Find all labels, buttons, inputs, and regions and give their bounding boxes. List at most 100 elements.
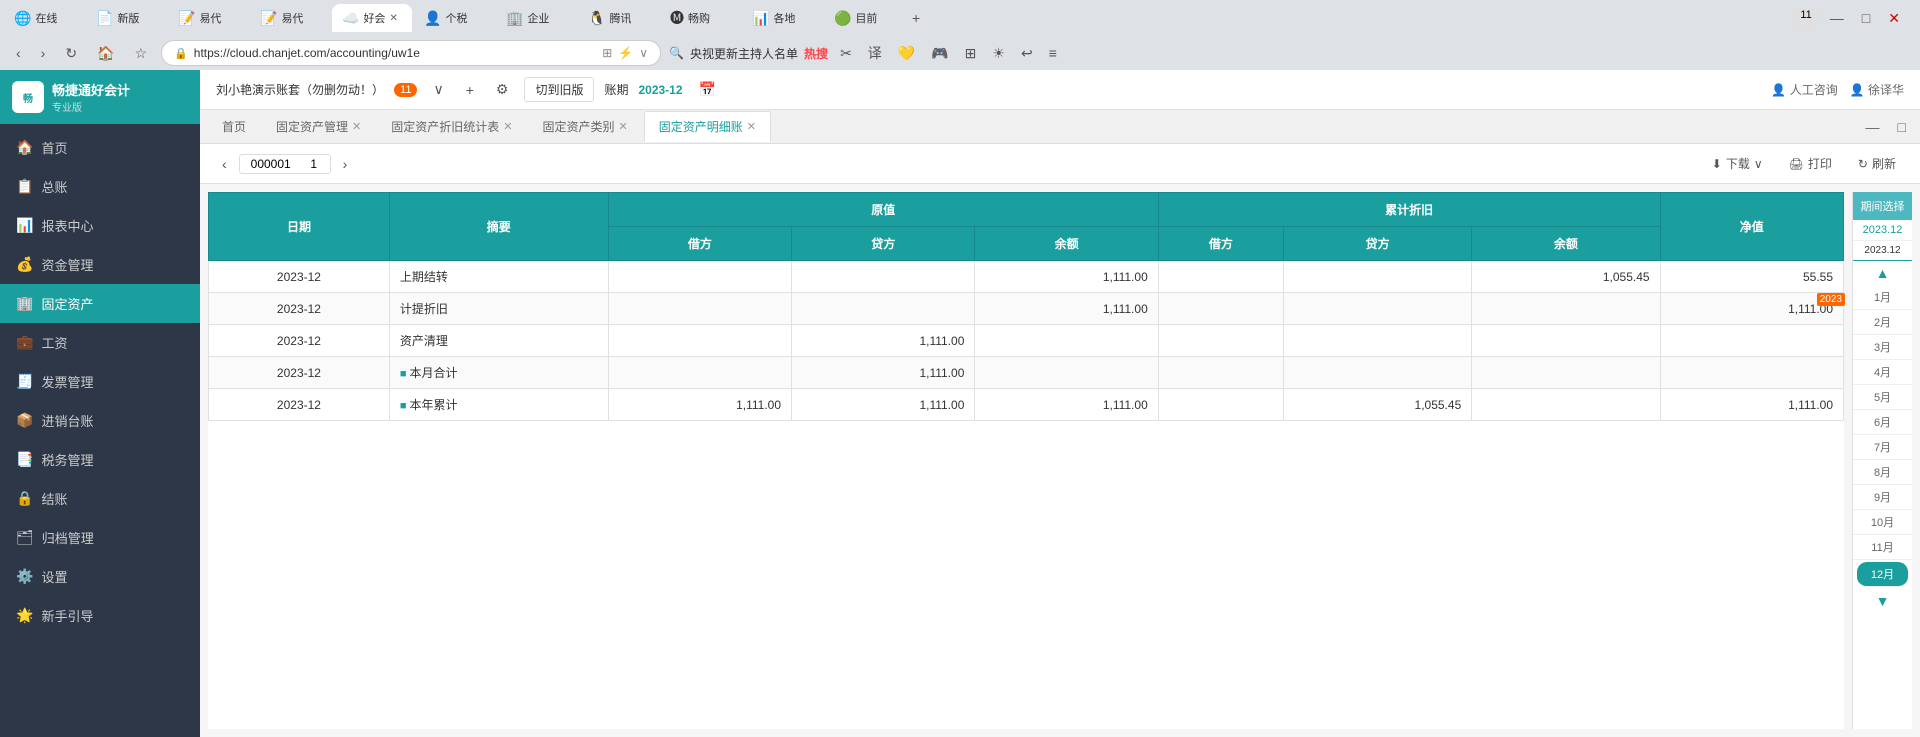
close-tab-fixed-assets-category[interactable]: ✕ bbox=[619, 120, 628, 133]
forward-button[interactable]: › bbox=[35, 43, 52, 63]
browser-tab-geshui[interactable]: 👤 个税 bbox=[414, 4, 494, 32]
sun-icon[interactable]: ☀ bbox=[988, 43, 1009, 64]
browser-tab-qiye[interactable]: 🏢 企业 bbox=[496, 4, 576, 32]
sidebar-item-payroll[interactable]: 💼 工资 bbox=[0, 323, 200, 362]
minimize-pane-button[interactable]: ― bbox=[1860, 117, 1886, 137]
account-badge: 11 bbox=[394, 83, 417, 97]
tab-home[interactable]: 首页 bbox=[208, 112, 260, 141]
dropdown-icon[interactable]: ∨ bbox=[639, 46, 648, 60]
close-tab-fixed-assets-mgmt[interactable]: ✕ bbox=[352, 120, 361, 133]
funds-icon: 💰 bbox=[16, 256, 33, 273]
period-month-12[interactable]: 12月 bbox=[1857, 562, 1908, 587]
sidebar-item-general-ledger[interactable]: 📋 总账 bbox=[0, 167, 200, 206]
period-month-10[interactable]: 10月 bbox=[1853, 510, 1912, 535]
browser-tab-xin[interactable]: 📄 新版 bbox=[86, 4, 166, 32]
row3-orig-balance bbox=[975, 325, 1158, 357]
close-tab-fixed-assets-depr[interactable]: ✕ bbox=[503, 120, 512, 133]
period-month-2[interactable]: 2月 bbox=[1853, 310, 1912, 335]
period-year-2023-2[interactable]: 2023.12 bbox=[1853, 241, 1912, 261]
period-month-11[interactable]: 11月 bbox=[1853, 535, 1912, 560]
sidebar-item-funds[interactable]: 💰 资金管理 bbox=[0, 245, 200, 284]
wallet-icon[interactable]: 💛 bbox=[894, 43, 919, 64]
tab-fixed-assets-category[interactable]: 固定资产类别 ✕ bbox=[528, 112, 641, 141]
tab-fixed-assets-ledger[interactable]: 固定资产明细账 ✕ bbox=[644, 111, 771, 142]
browser-tab-zaixian[interactable]: 🌐 在线 bbox=[4, 4, 84, 32]
reload-button[interactable]: ↻ bbox=[59, 43, 83, 64]
sidebar-item-invoice[interactable]: 🧾 发票管理 bbox=[0, 362, 200, 401]
period-month-6[interactable]: 6月 bbox=[1853, 410, 1912, 435]
close-window-button[interactable]: ✕ bbox=[1882, 8, 1906, 29]
user-button[interactable]: 👤 徐译华 bbox=[1850, 81, 1904, 98]
expand-account-button[interactable]: ∨ bbox=[427, 79, 449, 100]
home-button[interactable]: 🏠 bbox=[91, 43, 120, 64]
scroll-down-button[interactable]: ▼ bbox=[1853, 589, 1912, 613]
row4-accum-balance bbox=[1472, 357, 1660, 389]
row1-summary: 上期结转 bbox=[389, 261, 608, 293]
history-icon[interactable]: ↩ bbox=[1017, 43, 1037, 64]
period-month-4[interactable]: 4月 bbox=[1853, 360, 1912, 385]
ledger-icon: 📋 bbox=[16, 178, 33, 195]
back-button[interactable]: ‹ bbox=[10, 43, 27, 63]
maximize-pane-button[interactable]: □ bbox=[1892, 117, 1912, 137]
sidebar-item-tax[interactable]: 📑 税务管理 bbox=[0, 440, 200, 479]
subtotal-icon: ■ bbox=[400, 368, 407, 380]
scroll-up-button[interactable]: ▲ bbox=[1853, 261, 1912, 285]
scissors-icon[interactable]: ✂ bbox=[836, 43, 856, 64]
browser-tab-chang[interactable]: 🅜 畅购 bbox=[660, 4, 740, 32]
url-box[interactable]: 🔒 https://cloud.chanjet.com/accounting/u… bbox=[161, 40, 661, 66]
period-month-1[interactable]: 1月 bbox=[1853, 285, 1912, 310]
prev-page-button[interactable]: ‹ bbox=[216, 154, 233, 174]
browser-tab-mubiao[interactable]: 🟢 目前 bbox=[824, 4, 904, 32]
tab-fixed-assets-mgmt[interactable]: 固定资产管理 ✕ bbox=[262, 112, 375, 141]
close-tab-fixed-assets-ledger[interactable]: ✕ bbox=[747, 120, 756, 133]
lightning-icon: ⚡ bbox=[618, 46, 633, 60]
grid-icon[interactable]: ⊞ bbox=[961, 43, 981, 64]
settings-account-button[interactable]: ⚙ bbox=[490, 79, 515, 100]
period-month-5[interactable]: 5月 bbox=[1853, 385, 1912, 410]
col-orig-credit: 贷方 bbox=[792, 227, 975, 261]
period-month-3[interactable]: 3月 bbox=[1853, 335, 1912, 360]
sidebar-item-inventory-label: 进销台账 bbox=[41, 411, 93, 430]
row2-orig-balance: 1,111.00 bbox=[975, 293, 1158, 325]
download-button[interactable]: ⬇ 下载 ∨ bbox=[1704, 152, 1771, 175]
period-year-2023[interactable]: 2023.12 bbox=[1853, 220, 1912, 241]
sidebar-item-closing[interactable]: 🔒 结账 bbox=[0, 479, 200, 518]
sidebar-item-home[interactable]: 🏠 首页 bbox=[0, 128, 200, 167]
menu-icon[interactable]: ≡ bbox=[1045, 43, 1061, 63]
sidebar-item-guide[interactable]: 🌟 新手引导 bbox=[0, 596, 200, 635]
sidebar-item-settings[interactable]: ⚙️ 设置 bbox=[0, 557, 200, 596]
next-page-button[interactable]: › bbox=[337, 154, 354, 174]
bookmark-button[interactable]: ☆ bbox=[129, 43, 154, 64]
tab-fixed-assets-depr[interactable]: 固定资产折旧统计表 ✕ bbox=[377, 112, 526, 141]
page-number-input[interactable] bbox=[246, 157, 296, 171]
page-index-input[interactable] bbox=[304, 157, 324, 171]
refresh-button[interactable]: ↻ 刷新 bbox=[1850, 152, 1904, 175]
row1-orig-debit bbox=[608, 261, 791, 293]
browser-tab-gedi[interactable]: 📊 各地 bbox=[742, 4, 822, 32]
add-account-button[interactable]: + bbox=[460, 80, 480, 100]
sidebar-item-archive[interactable]: 🗂 归档管理 bbox=[0, 518, 200, 557]
browser-tab-yidai2[interactable]: 📝 易代 bbox=[250, 4, 330, 32]
row3-date: 2023-12 bbox=[209, 325, 390, 357]
sidebar-item-reports[interactable]: 📊 报表中心 bbox=[0, 206, 200, 245]
translate-icon[interactable]: 译 bbox=[864, 41, 886, 65]
sidebar-item-inventory[interactable]: 📦 进销台账 bbox=[0, 401, 200, 440]
service-button[interactable]: 👤 人工咨询 bbox=[1771, 81, 1837, 98]
maximize-button[interactable]: □ bbox=[1856, 8, 1876, 29]
row4-accum-debit bbox=[1158, 357, 1283, 389]
minimize-button[interactable]: ― bbox=[1824, 8, 1850, 29]
game-icon[interactable]: 🎮 bbox=[927, 43, 952, 64]
sidebar-item-payroll-label: 工资 bbox=[41, 333, 67, 352]
browser-tab-yidai1[interactable]: 📝 易代 bbox=[168, 4, 248, 32]
browser-tab-haoji[interactable]: ☁️ 好会 ✕ bbox=[332, 4, 412, 32]
calendar-button[interactable]: 📅 bbox=[693, 79, 722, 100]
switch-version-button[interactable]: 切到旧版 bbox=[524, 77, 594, 102]
period-month-8[interactable]: 8月 bbox=[1853, 460, 1912, 485]
close-tab-haoji[interactable]: ✕ bbox=[389, 13, 397, 24]
print-button[interactable]: 🖨 打印 bbox=[1781, 152, 1840, 175]
period-month-9[interactable]: 9月 bbox=[1853, 485, 1912, 510]
new-tab-button[interactable]: + bbox=[906, 8, 926, 28]
browser-tab-tengxun[interactable]: 🐧 腾讯 bbox=[578, 4, 658, 32]
period-month-7[interactable]: 7月 bbox=[1853, 435, 1912, 460]
sidebar-item-fixed-assets[interactable]: 🏢 固定资产 bbox=[0, 284, 200, 323]
